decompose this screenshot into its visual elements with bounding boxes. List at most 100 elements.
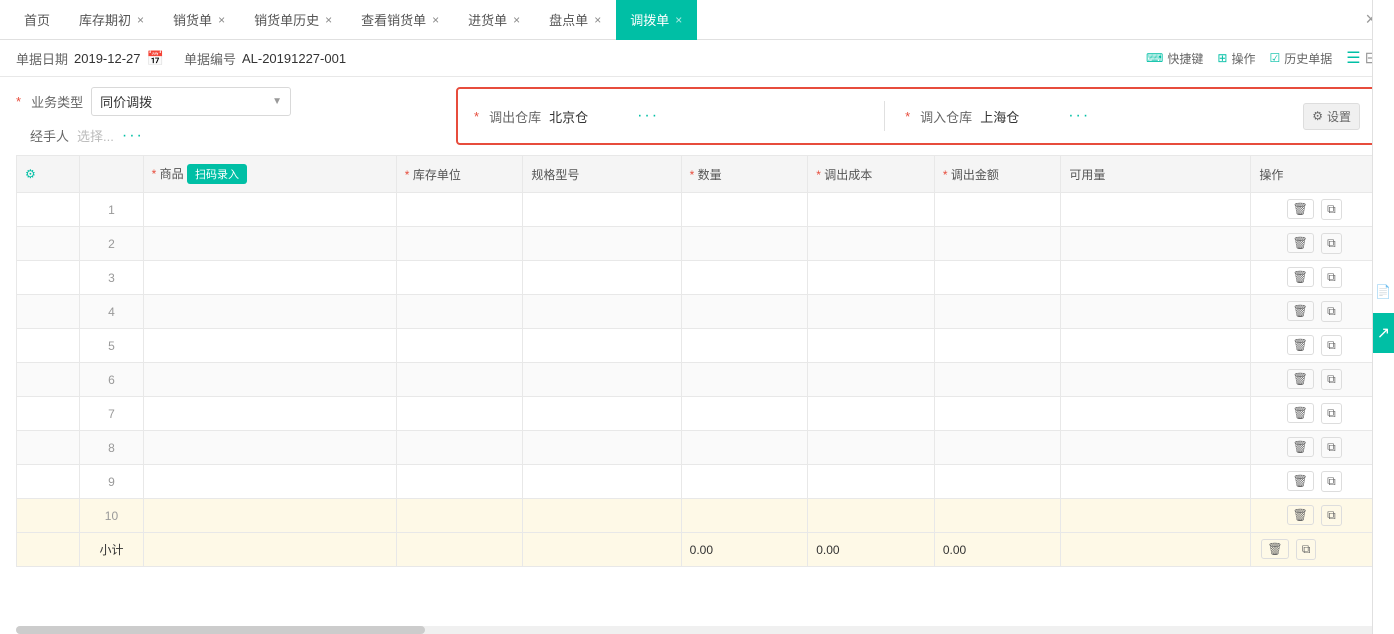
col-header-gear[interactable]: ⚙ [17,156,80,193]
row-spec-3[interactable] [523,261,681,295]
tab-home[interactable]: 首页 [10,0,65,40]
scan-button[interactable]: 扫码录入 [187,164,247,184]
history-button[interactable]: ☑ 历史单据 [1269,50,1332,67]
row-delete-button-10[interactable]: 🗑 [1287,505,1314,525]
shortcuts-button[interactable]: ⌨ 快捷键 [1146,50,1203,67]
row-copy-button-8[interactable]: ⧉ [1321,437,1342,458]
row-delete-button-9[interactable]: 🗑 [1287,471,1314,491]
row-copy-button-10[interactable]: ⧉ [1321,505,1342,526]
row-delete-button-3[interactable]: 🗑 [1287,267,1314,287]
row-product-8[interactable] [143,431,396,465]
person-more-button[interactable]: ··· [122,127,144,145]
row-amount-2[interactable] [934,227,1061,261]
tab-transfer[interactable]: 调拨单 × [616,0,697,40]
row-amount-5[interactable] [934,329,1061,363]
tab-stocktake-close[interactable]: × [594,13,601,27]
row-delete-button-6[interactable]: 🗑 [1287,369,1314,389]
tab-view-sales-close[interactable]: × [432,13,439,27]
row-amount-9[interactable] [934,465,1061,499]
row-product-2[interactable] [143,227,396,261]
layout-list-button[interactable]: ☰ [1346,48,1360,68]
row-qty-5[interactable] [681,329,808,363]
row-unit-1[interactable] [396,193,523,227]
row-cost-3[interactable] [808,261,935,295]
row-unit-2[interactable] [396,227,523,261]
sidebar-doc-icon[interactable]: 📄 [1373,281,1394,303]
row-spec-9[interactable] [523,465,681,499]
transfer-in-more-button[interactable]: ··· [1068,107,1090,125]
row-qty-4[interactable] [681,295,808,329]
row-amount-1[interactable] [934,193,1061,227]
row-spec-6[interactable] [523,363,681,397]
row-product-4[interactable] [143,295,396,329]
row-cost-9[interactable] [808,465,935,499]
tab-purchase[interactable]: 进货单 × [454,0,535,40]
row-delete-button-7[interactable]: 🗑 [1287,403,1314,423]
row-available-8[interactable] [1061,431,1251,465]
row-product-10[interactable] [143,499,396,533]
tab-purchase-close[interactable]: × [513,13,520,27]
row-cost-2[interactable] [808,227,935,261]
row-amount-6[interactable] [934,363,1061,397]
row-product-5[interactable] [143,329,396,363]
row-copy-button-6[interactable]: ⧉ [1321,369,1342,390]
row-qty-3[interactable] [681,261,808,295]
tab-stocktake[interactable]: 盘点单 × [535,0,616,40]
row-available-10[interactable] [1061,499,1251,533]
row-copy-button-7[interactable]: ⧉ [1321,403,1342,424]
row-copy-button-2[interactable]: ⧉ [1321,233,1342,254]
row-copy-button-4[interactable]: ⧉ [1321,301,1342,322]
sidebar-export-icon[interactable]: ↗ [1373,313,1394,353]
tab-sales-order[interactable]: 销货单 × [159,0,240,40]
tab-inventory-initial-close[interactable]: × [137,13,144,27]
row-copy-button-1[interactable]: ⧉ [1321,199,1342,220]
row-amount-10[interactable] [934,499,1061,533]
person-select[interactable]: 选择... [77,126,114,145]
row-delete-button-1[interactable]: 🗑 [1287,199,1314,219]
row-cost-5[interactable] [808,329,935,363]
settings-button[interactable]: ⚙ 设置 [1303,103,1360,130]
row-amount-7[interactable] [934,397,1061,431]
tab-view-sales[interactable]: 查看销货单 × [347,0,454,40]
row-available-2[interactable] [1061,227,1251,261]
row-unit-8[interactable] [396,431,523,465]
row-delete-button-8[interactable]: 🗑 [1287,437,1314,457]
row-cost-1[interactable] [808,193,935,227]
row-qty-10[interactable] [681,499,808,533]
row-spec-7[interactable] [523,397,681,431]
row-product-9[interactable] [143,465,396,499]
row-qty-1[interactable] [681,193,808,227]
row-spec-5[interactable] [523,329,681,363]
row-qty-8[interactable] [681,431,808,465]
row-spec-10[interactable] [523,499,681,533]
row-product-6[interactable] [143,363,396,397]
row-qty-2[interactable] [681,227,808,261]
row-delete-button-4[interactable]: 🗑 [1287,301,1314,321]
row-delete-button-2[interactable]: 🗑 [1287,233,1314,253]
row-product-7[interactable] [143,397,396,431]
row-qty-6[interactable] [681,363,808,397]
row-qty-7[interactable] [681,397,808,431]
tab-sales-history-close[interactable]: × [325,13,332,27]
row-spec-1[interactable] [523,193,681,227]
calendar-icon[interactable]: 📅 [147,50,164,67]
tab-sales-history[interactable]: 销货单历史 × [240,0,347,40]
row-product-3[interactable] [143,261,396,295]
row-product-1[interactable] [143,193,396,227]
tab-inventory-initial[interactable]: 库存期初 × [65,0,159,40]
row-unit-7[interactable] [396,397,523,431]
row-qty-9[interactable] [681,465,808,499]
row-available-6[interactable] [1061,363,1251,397]
row-amount-4[interactable] [934,295,1061,329]
row-copy-button-9[interactable]: ⧉ [1321,471,1342,492]
row-cost-4[interactable] [808,295,935,329]
row-unit-3[interactable] [396,261,523,295]
row-unit-5[interactable] [396,329,523,363]
row-spec-2[interactable] [523,227,681,261]
row-available-4[interactable] [1061,295,1251,329]
row-unit-4[interactable] [396,295,523,329]
tab-sales-order-close[interactable]: × [218,13,225,27]
operations-button[interactable]: ⊞ 操作 [1217,50,1255,67]
row-available-1[interactable] [1061,193,1251,227]
row-copy-button-5[interactable]: ⧉ [1321,335,1342,356]
